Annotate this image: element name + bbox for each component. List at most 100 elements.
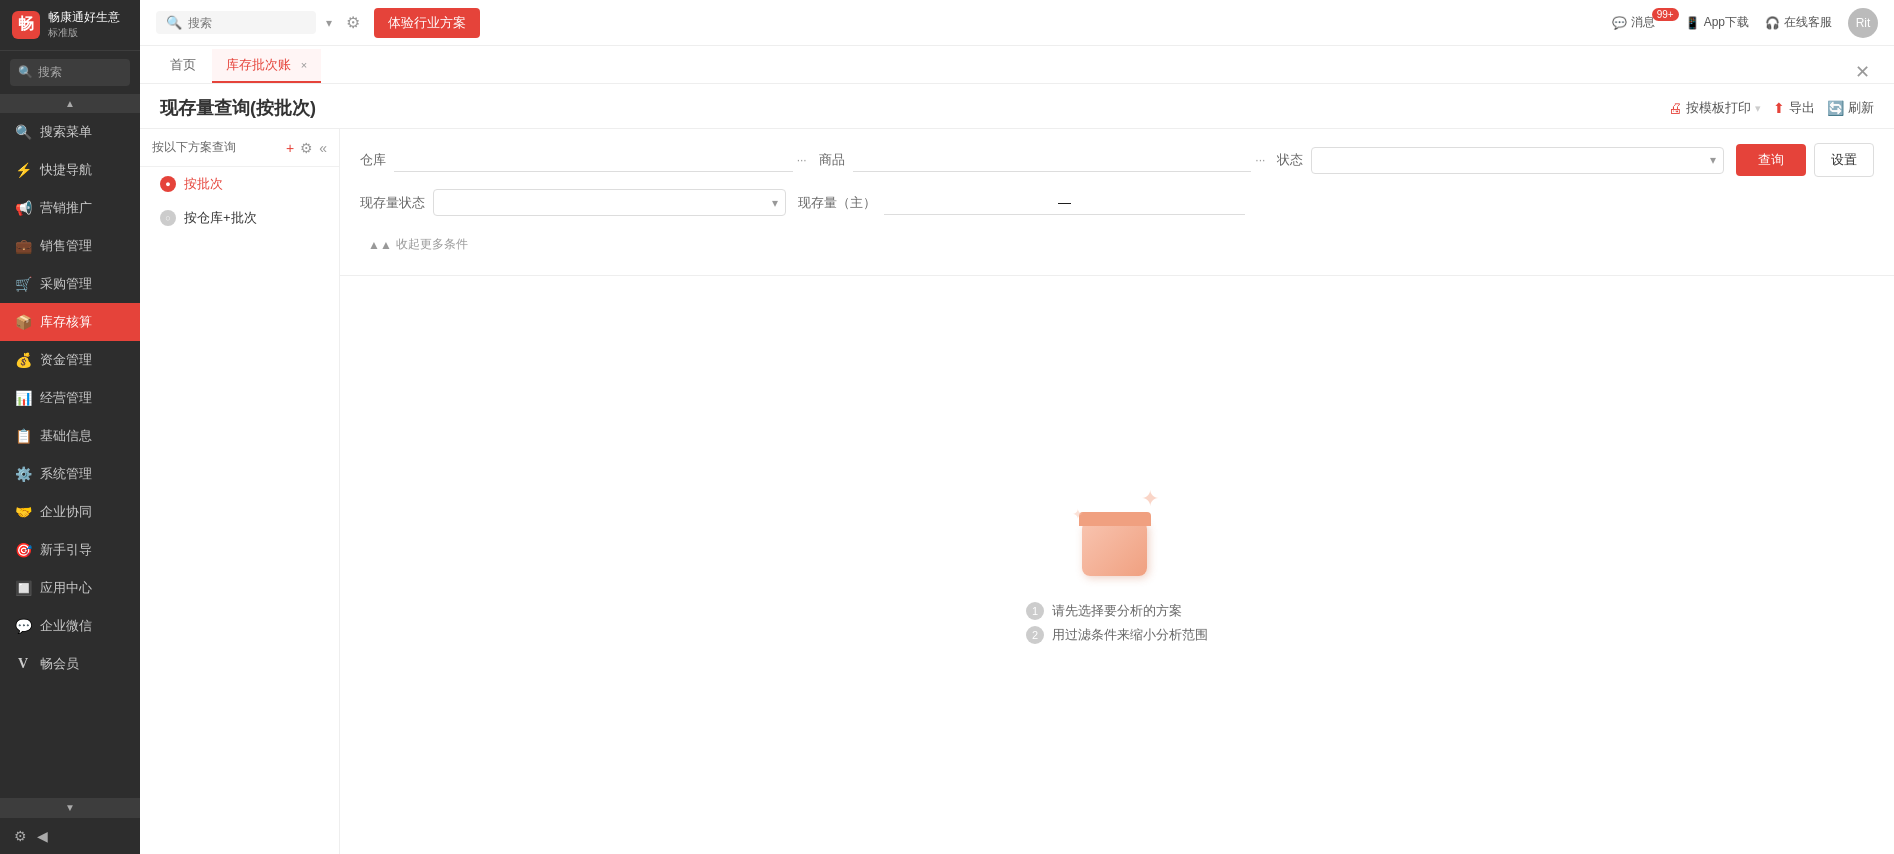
query-btn[interactable]: 查询 bbox=[1736, 144, 1806, 176]
topbar-gear-icon[interactable]: ⚙ bbox=[342, 9, 364, 36]
add-scheme-icon[interactable]: + bbox=[286, 140, 294, 156]
topbar-search-icon: 🔍 bbox=[166, 15, 182, 30]
refresh-btn[interactable]: 🔄 刷新 bbox=[1827, 99, 1874, 117]
sidebar-item-quick-nav[interactable]: ⚡ 快捷导航 bbox=[0, 151, 140, 189]
print-btn[interactable]: 🖨 按模板打印 ▾ bbox=[1668, 99, 1761, 117]
collapse-up-icon: ▲▲ bbox=[368, 238, 392, 252]
collapse-panel-icon[interactable]: « bbox=[319, 140, 327, 156]
sidebar-item-inventory[interactable]: 📦 库存核算 bbox=[0, 303, 140, 341]
sidebar-item-collab[interactable]: 🤝 企业协同 bbox=[0, 493, 140, 531]
trial-btn[interactable]: 体验行业方案 bbox=[374, 8, 480, 38]
inventory-qty-label: 现存量（主） bbox=[798, 194, 876, 212]
inventory-status-select[interactable] bbox=[433, 189, 786, 216]
sidebar-item-finance[interactable]: 💰 资金管理 bbox=[0, 341, 140, 379]
message-icon: 💬 bbox=[1612, 16, 1627, 30]
sidebar-item-basic[interactable]: 📋 基础信息 bbox=[0, 417, 140, 455]
tip-text-2: 用过滤条件来缩小分析范围 bbox=[1052, 626, 1208, 644]
scheme-settings-icon[interactable]: ⚙ bbox=[300, 140, 313, 156]
topbar-actions: 💬 消息 99+ 📱 App下载 🎧 在线客服 Rit bbox=[1612, 8, 1878, 38]
sidebar-item-member[interactable]: V 畅会员 bbox=[0, 645, 140, 683]
print-dropdown-icon[interactable]: ▾ bbox=[1755, 102, 1761, 115]
footer-settings-icon[interactable]: ⚙ bbox=[14, 828, 27, 844]
sidebar-item-label: 搜索菜单 bbox=[40, 123, 92, 141]
search-menu-icon: 🔍 bbox=[14, 123, 32, 141]
system-icon: ⚙️ bbox=[14, 465, 32, 483]
inventory-icon: 📦 bbox=[14, 313, 32, 331]
user-avatar[interactable]: Rit bbox=[1848, 8, 1878, 38]
online-service-label: 在线客服 bbox=[1784, 14, 1832, 31]
product-input[interactable] bbox=[853, 148, 1252, 172]
main-content: 按以下方案查询 + ⚙ « ● 按批次 ○ 按仓库+批次 bbox=[140, 129, 1894, 854]
warehouse-dots[interactable]: ··· bbox=[797, 153, 807, 167]
inventory-qty-filter: 现存量（主） — bbox=[798, 191, 1224, 215]
topbar: 🔍 ▾ ⚙ 体验行业方案 💬 消息 99+ 📱 App下载 🎧 在线客服 Rit bbox=[140, 0, 1894, 46]
warehouse-filter: 仓库 ··· bbox=[360, 148, 807, 172]
app-version: 标准版 bbox=[48, 26, 120, 40]
status-filter: 状态 bbox=[1277, 147, 1724, 174]
box-body bbox=[1082, 521, 1147, 576]
main-area: 🔍 ▾ ⚙ 体验行业方案 💬 消息 99+ 📱 App下载 🎧 在线客服 Rit bbox=[140, 0, 1894, 854]
search-icon: 🔍 bbox=[18, 65, 33, 79]
qty-min-input[interactable] bbox=[884, 195, 1052, 210]
tab-close-btn[interactable]: × bbox=[301, 59, 307, 71]
sidebar-item-label: 资金管理 bbox=[40, 351, 92, 369]
online-service-action[interactable]: 🎧 在线客服 bbox=[1765, 14, 1832, 31]
collapse-btn[interactable]: ▲▲ 收起更多条件 bbox=[360, 232, 1874, 257]
scheme-by-warehouse-batch[interactable]: ○ 按仓库+批次 bbox=[140, 201, 339, 235]
qty-range-input: — bbox=[884, 191, 1245, 215]
sidebar-item-operation[interactable]: 📊 经营管理 bbox=[0, 379, 140, 417]
inventory-status-select-wrap bbox=[433, 189, 786, 216]
export-btn[interactable]: ⬆ 导出 bbox=[1773, 99, 1815, 117]
sidebar-item-marketing[interactable]: 📢 营销推广 bbox=[0, 189, 140, 227]
left-panel: 按以下方案查询 + ⚙ « ● 按批次 ○ 按仓库+批次 bbox=[140, 129, 340, 854]
scroll-up-btn[interactable]: ▲ bbox=[0, 94, 140, 113]
product-filter: 商品 ··· bbox=[819, 148, 1266, 172]
page-actions: 🖨 按模板打印 ▾ ⬆ 导出 🔄 刷新 bbox=[1668, 99, 1874, 117]
phone-icon: 📱 bbox=[1685, 16, 1700, 30]
basic-icon: 📋 bbox=[14, 427, 32, 445]
warehouse-input[interactable] bbox=[394, 148, 793, 172]
app-download-label: App下载 bbox=[1704, 14, 1749, 31]
guide-icon: 🎯 bbox=[14, 541, 32, 559]
left-panel-title: 按以下方案查询 bbox=[152, 139, 236, 156]
product-dots[interactable]: ··· bbox=[1255, 153, 1265, 167]
tab-inventory-batch[interactable]: 库存批次账 × bbox=[212, 49, 321, 83]
messages-action[interactable]: 💬 消息 99+ bbox=[1612, 14, 1669, 31]
sidebar-item-guide[interactable]: 🎯 新手引导 bbox=[0, 531, 140, 569]
tab-home[interactable]: 首页 bbox=[156, 49, 210, 83]
page-close-btn[interactable]: ✕ bbox=[1847, 61, 1878, 83]
marketing-icon: 📢 bbox=[14, 199, 32, 217]
tab-label: 库存批次账 bbox=[226, 57, 291, 72]
qty-divider: — bbox=[1058, 195, 1071, 210]
sidebar-nav: 🔍 搜索菜单 ⚡ 快捷导航 📢 营销推广 💼 销售管理 🛒 采购管理 📦 库存核… bbox=[0, 113, 140, 798]
sidebar-item-apps[interactable]: 🔲 应用中心 bbox=[0, 569, 140, 607]
settings-btn[interactable]: 设置 bbox=[1814, 143, 1874, 177]
status-select[interactable] bbox=[1311, 147, 1724, 174]
sidebar-item-label: 畅会员 bbox=[40, 655, 79, 673]
scheme-by-batch[interactable]: ● 按批次 bbox=[140, 167, 339, 201]
qty-max-input[interactable] bbox=[1077, 195, 1245, 210]
sidebar-item-wechat[interactable]: 💬 企业微信 bbox=[0, 607, 140, 645]
sidebar-item-sales[interactable]: 💼 销售管理 bbox=[0, 227, 140, 265]
sidebar-search[interactable]: 🔍 搜索 bbox=[10, 59, 130, 86]
sidebar-item-search[interactable]: 🔍 搜索菜单 bbox=[0, 113, 140, 151]
topbar-search-box[interactable]: 🔍 bbox=[156, 11, 316, 34]
print-label: 按模板打印 bbox=[1686, 99, 1751, 117]
tab-bar: 首页 库存批次账 × ✕ bbox=[140, 46, 1894, 84]
scheme-dot-inactive: ○ bbox=[160, 210, 176, 226]
sidebar-item-purchase[interactable]: 🛒 采购管理 bbox=[0, 265, 140, 303]
topbar-dropdown-icon[interactable]: ▾ bbox=[326, 16, 332, 30]
filter-row-1: 仓库 ··· 商品 ··· 状态 bbox=[360, 143, 1874, 177]
collab-icon: 🤝 bbox=[14, 503, 32, 521]
star-small-icon: ✦ bbox=[1072, 506, 1084, 522]
topbar-search-input[interactable] bbox=[188, 16, 288, 30]
app-download-action[interactable]: 📱 App下载 bbox=[1685, 14, 1749, 31]
wechat-icon: 💬 bbox=[14, 617, 32, 635]
scheme-label: 按仓库+批次 bbox=[184, 209, 257, 227]
page-header: 现存量查询(按批次) 🖨 按模板打印 ▾ ⬆ 导出 🔄 刷新 bbox=[140, 84, 1894, 129]
footer-collapse-icon[interactable]: ◀ bbox=[37, 828, 48, 844]
sidebar-item-system[interactable]: ⚙️ 系统管理 bbox=[0, 455, 140, 493]
operation-icon: 📊 bbox=[14, 389, 32, 407]
star-icon: ✦ bbox=[1141, 486, 1159, 512]
scroll-down-btn[interactable]: ▼ bbox=[0, 798, 140, 817]
